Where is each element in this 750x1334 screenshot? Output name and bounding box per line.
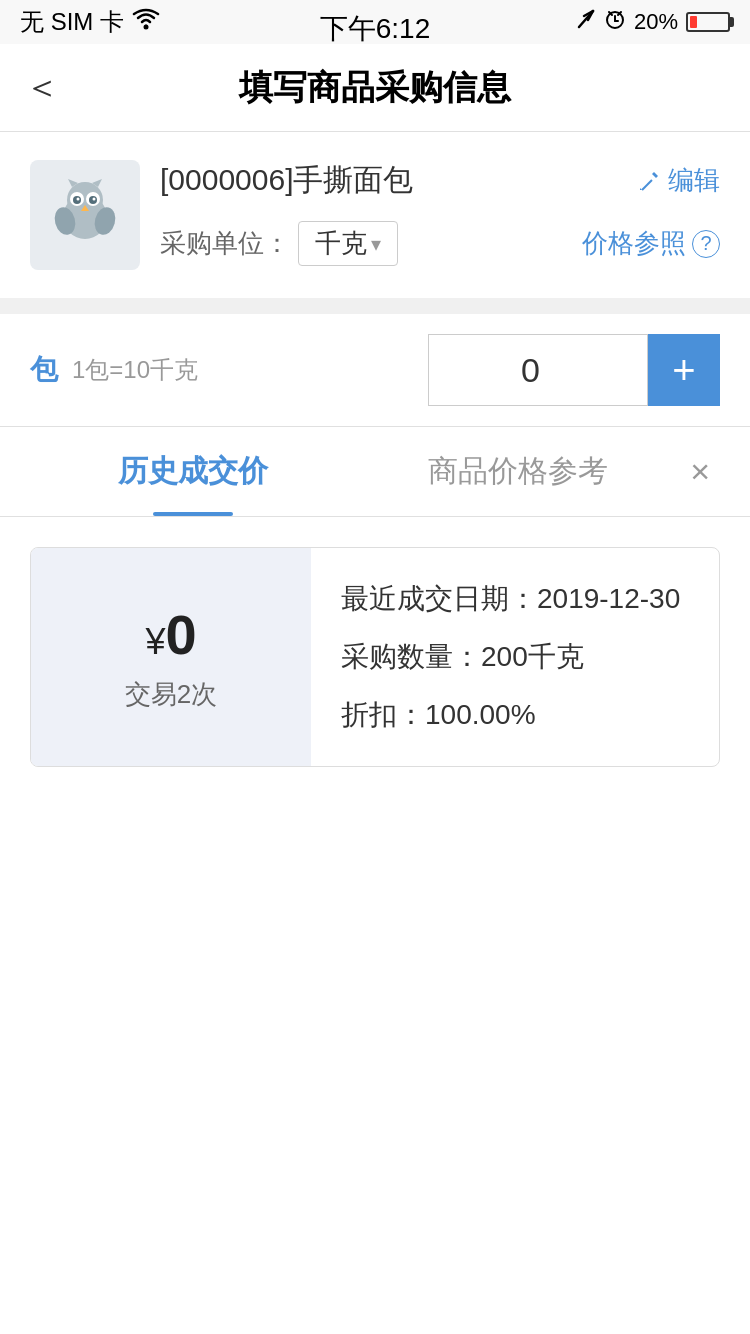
svg-point-0 <box>144 25 149 30</box>
svg-point-13 <box>93 197 96 200</box>
tab-panel: 历史成交价 商品价格参考 × ¥0 交易2次 最近成交日期：2019-12-30… <box>0 427 750 797</box>
product-info: [0000006]手撕面包 编辑 采购单位： 千克 ▾ <box>160 160 720 266</box>
tab-header: 历史成交价 商品价格参考 × <box>0 427 750 517</box>
price-transaction-count: 交易2次 <box>125 677 217 712</box>
edit-button[interactable]: 编辑 <box>638 163 720 198</box>
status-time: 下午6:12 <box>320 10 431 48</box>
status-right: 20% <box>576 8 730 36</box>
unit-label: 采购单位： 千克 ▾ <box>160 221 398 266</box>
quantity-label: 包 1包=10千克 <box>30 351 198 389</box>
quantity-input[interactable] <box>428 334 648 406</box>
svg-marker-20 <box>652 172 658 178</box>
battery-icon <box>686 12 730 32</box>
page-title: 填写商品采购信息 <box>239 65 511 111</box>
price-right-panel: 最近成交日期：2019-12-30 采购数量：200千克 折扣：100.00% <box>311 548 719 766</box>
price-content: ¥0 交易2次 最近成交日期：2019-12-30 采购数量：200千克 折扣：… <box>0 517 750 797</box>
recent-date-row: 最近成交日期：2019-12-30 <box>341 578 689 620</box>
svg-rect-19 <box>641 179 652 190</box>
tab-product-price-ref[interactable]: 商品价格参考 <box>355 427 680 516</box>
tab-history-price[interactable]: 历史成交价 <box>30 427 355 516</box>
product-name: [0000006]手撕面包 <box>160 160 413 201</box>
battery-percent: 20% <box>634 9 678 35</box>
quantity-control: + <box>428 334 720 406</box>
discount-row: 折扣：100.00% <box>341 694 689 736</box>
page-rest <box>0 797 750 1334</box>
price-ref-button[interactable]: 价格参照 ? <box>582 226 720 261</box>
nav-bar: ＜ 填写商品采购信息 <box>0 44 750 132</box>
wifi-icon <box>132 8 160 36</box>
product-card: [0000006]手撕面包 编辑 采购单位： 千克 ▾ <box>0 132 750 298</box>
product-image <box>30 160 140 270</box>
status-left: 无 SIM 卡 <box>20 6 160 38</box>
alarm-icon <box>604 8 626 36</box>
price-amount: ¥0 <box>145 602 196 667</box>
quantity-row: 包 1包=10千克 + <box>0 314 750 427</box>
price-left-panel: ¥0 交易2次 <box>31 548 311 766</box>
tab-close-button[interactable]: × <box>680 442 720 501</box>
location-icon <box>576 8 596 36</box>
product-thumbnail-icon <box>50 175 120 256</box>
carrier-text: 无 SIM 卡 <box>20 6 124 38</box>
quantity-plus-button[interactable]: + <box>648 334 720 406</box>
purchase-qty-row: 采购数量：200千克 <box>341 636 689 678</box>
status-bar: 无 SIM 卡 下午6:12 <box>0 0 750 44</box>
unit-dropdown[interactable]: 千克 ▾ <box>298 221 398 266</box>
section-divider <box>0 298 750 314</box>
back-button[interactable]: ＜ <box>24 63 60 112</box>
price-ref-help-icon: ? <box>692 230 720 258</box>
svg-point-12 <box>77 197 80 200</box>
package-tag: 包 <box>30 351 58 389</box>
price-card: ¥0 交易2次 最近成交日期：2019-12-30 采购数量：200千克 折扣：… <box>30 547 720 767</box>
package-hint: 1包=10千克 <box>72 354 198 386</box>
